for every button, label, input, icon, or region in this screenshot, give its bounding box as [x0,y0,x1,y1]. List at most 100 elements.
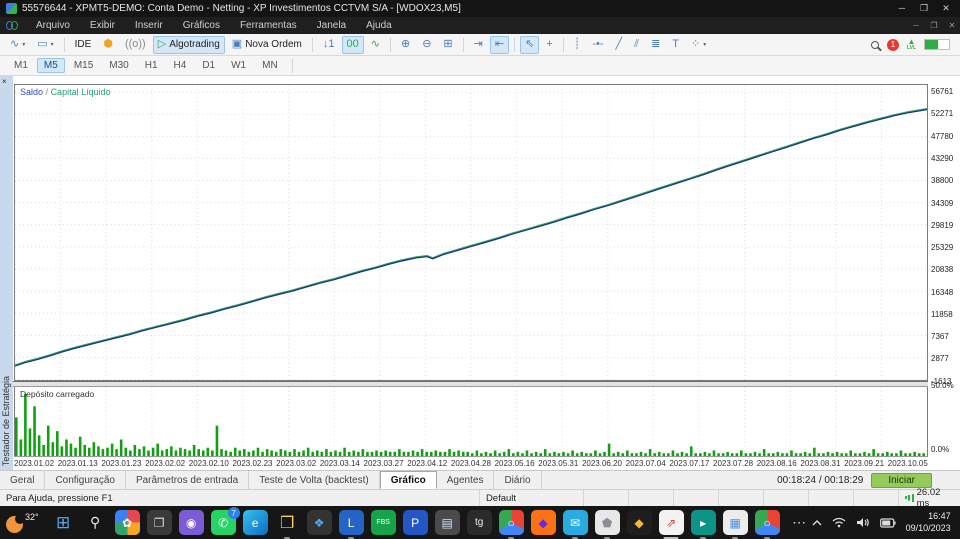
taskbar-overflow-button[interactable]: ⋯ [787,510,812,535]
photo-viewer-icon[interactable]: ▦ [722,510,748,539]
close-button[interactable]: ✕ [936,3,956,14]
photos-app-icon[interactable]: ✿ [114,510,140,535]
menu-item-ferramentas[interactable]: Ferramentas [230,20,307,31]
taskbar-apps: ⊞ ⚲ ✿ ❐ ◉ ✆ 7 e ❒ ❖ L FBS P ▤ tg ○ ◆ ✉ ⬟ ◆ ⇗ ▸ ▦ ○ ⋯ [51,507,812,539]
remote-desktop-icon[interactable]: ▤ [434,510,460,535]
channel-button[interactable]: ⫽ [629,36,644,54]
shapes-button[interactable]: ⁘ ▾ [686,36,711,54]
search-button[interactable]: ⚲ [83,510,108,535]
vertical-line-button[interactable]: ┊ [569,36,586,54]
algotrading-button[interactable]: ▷ Algotrading [152,35,225,54]
zoom-in-button[interactable]: ⊕ [396,36,415,54]
tile-windows-button[interactable]: ⊞ [438,36,457,54]
menu-item-gra-ficos[interactable]: Gráficos [173,20,230,31]
file-explorer-icon[interactable]: ❒ [275,510,300,539]
binance-icon[interactable]: ◆ [626,510,652,535]
teal-tool-icon[interactable]: ▸ [690,510,716,539]
indicator-window-button[interactable]: ▭ ▾ [32,36,58,54]
bars-chart-button[interactable]: ↓1 [318,36,340,54]
cursor-button[interactable]: ⇖ [520,35,540,54]
search-icon[interactable] [870,40,879,49]
menu-item-inserir[interactable]: Inserir [125,20,173,31]
tab-dia-rio[interactable]: Diário [494,471,542,489]
notification-badge[interactable]: 1 [886,38,899,51]
signals-icon: ((o)) [124,38,146,50]
tab-gra-fico[interactable]: Gráfico [379,471,437,489]
timeframe-m15[interactable]: M15 [67,58,100,73]
signals-button[interactable]: ((o)) [120,36,151,54]
volume-icon[interactable] [856,517,870,528]
mail-app-icon[interactable]: ✉ [562,510,588,539]
tester-tabs-bar: Geral Configuração Parâmetros de entrada Te… [0,470,960,489]
chart-type-button[interactable]: ∿ ▾ [5,36,30,54]
whatsapp-icon[interactable]: ✆ 7 [210,507,240,535]
mt5-window: 55576644 - XPMT5-DEMO: Conta Demo - Nett… [0,0,960,539]
timeframe-m1[interactable]: M1 [7,58,35,73]
trendline-button[interactable]: ╱ [611,36,628,54]
timeframe-mn[interactable]: MN [255,58,285,73]
x-tick-label: 2023.07.04 [625,459,666,468]
horizontal-line-button[interactable]: -•- [587,36,608,54]
equity-chart-panel[interactable]: Saldo / Capital Líquido [14,84,928,381]
market-button[interactable]: ⬢ [98,36,118,54]
chat-app-icon[interactable]: ◉ [178,510,204,535]
lvl-indicator[interactable]: ▲ LVL [907,38,916,51]
ide-button[interactable]: IDE [70,36,97,54]
menu-item-ajuda[interactable]: Ajuda [356,20,402,31]
drawdown-histogram-panel[interactable]: Depósito carregado [14,387,928,457]
tray-chevron-icon[interactable] [812,519,822,527]
equidistant-button[interactable]: ≣ [646,36,665,54]
weather-widget[interactable]: 32° [6,512,39,533]
start-button[interactable]: ⊞ [51,510,76,535]
profile-cell[interactable]: Default [480,490,585,506]
start-button[interactable]: Iniciar [871,472,932,488]
child-restore-button[interactable]: ❐ [926,21,942,30]
menu-item-janela[interactable]: Janela [307,20,356,31]
tester-close-icon[interactable]: × [2,77,7,86]
tab-geral[interactable]: Geral [0,471,46,489]
chart-shift-button[interactable]: ⇤ [489,35,510,54]
maximize-button[interactable]: ❐ [914,3,934,14]
antivirus-shield-icon[interactable]: ⬟ [594,510,620,539]
security-shield-icon[interactable]: ◆ [530,510,556,535]
minimize-button[interactable]: ─ [892,3,912,14]
timeframe-w1[interactable]: W1 [224,58,253,73]
tab-para-metros-de-entrada[interactable]: Parâmetros de entrada [126,471,250,489]
menu-item-exibir[interactable]: Exibir [80,20,125,31]
zoom-out-button[interactable]: ⊖ [417,36,436,54]
auto-scroll-button[interactable]: ⇥ [469,36,488,54]
menu-item-arquivo[interactable]: Arquivo [26,20,80,31]
timeframe-m30[interactable]: M30 [102,58,135,73]
child-minimize-button[interactable]: ─ [908,21,924,30]
child-close-button[interactable]: ✕ [944,21,960,30]
fbs-app-icon[interactable]: FBS [370,510,396,535]
tab-configurac-a-o[interactable]: Configuração [45,471,126,489]
text-button[interactable]: T [667,36,684,54]
tab-agentes[interactable]: Agentes [437,471,495,489]
x-tick-label: 2023.06.20 [581,459,622,468]
edge-icon[interactable]: e [242,510,268,535]
timeframe-h1[interactable]: H1 [138,58,165,73]
chrome-profile-icon[interactable]: ○ [754,510,780,539]
task-view-icon[interactable]: ❐ [146,510,172,535]
battery-icon[interactable] [879,517,896,528]
nova-ordem-button[interactable]: ▣ Nova Ordem [227,36,307,54]
taskbar-clock[interactable]: 16:47 09/10/2023 [906,511,951,534]
candles-chart-button[interactable]: 00 [341,35,364,54]
tab-teste-de-volta-backtest-[interactable]: Teste de Volta (backtest) [249,471,380,489]
crosshair-icon: + [546,38,553,50]
x-tick-label: 2023.08.16 [756,459,797,468]
metatrader-icon[interactable]: ⇗ [658,510,684,539]
microsoft-store-icon[interactable]: ❖ [306,510,332,535]
l-app-icon[interactable]: L [338,510,364,539]
wifi-icon[interactable] [832,517,846,528]
crosshair-button[interactable]: + [541,36,557,54]
timeframe-m5[interactable]: M5 [36,58,65,73]
chrome-icon[interactable]: ○ [498,510,524,539]
telegram-desktop-icon[interactable]: tg [466,510,492,535]
line-chart-button[interactable]: ∿ [366,36,385,54]
timeframe-h4[interactable]: H4 [167,58,194,73]
timeframe-d1[interactable]: D1 [195,58,222,73]
p-shield-app-icon[interactable]: P [402,510,428,535]
y-tick-label: 47780 [931,131,954,141]
